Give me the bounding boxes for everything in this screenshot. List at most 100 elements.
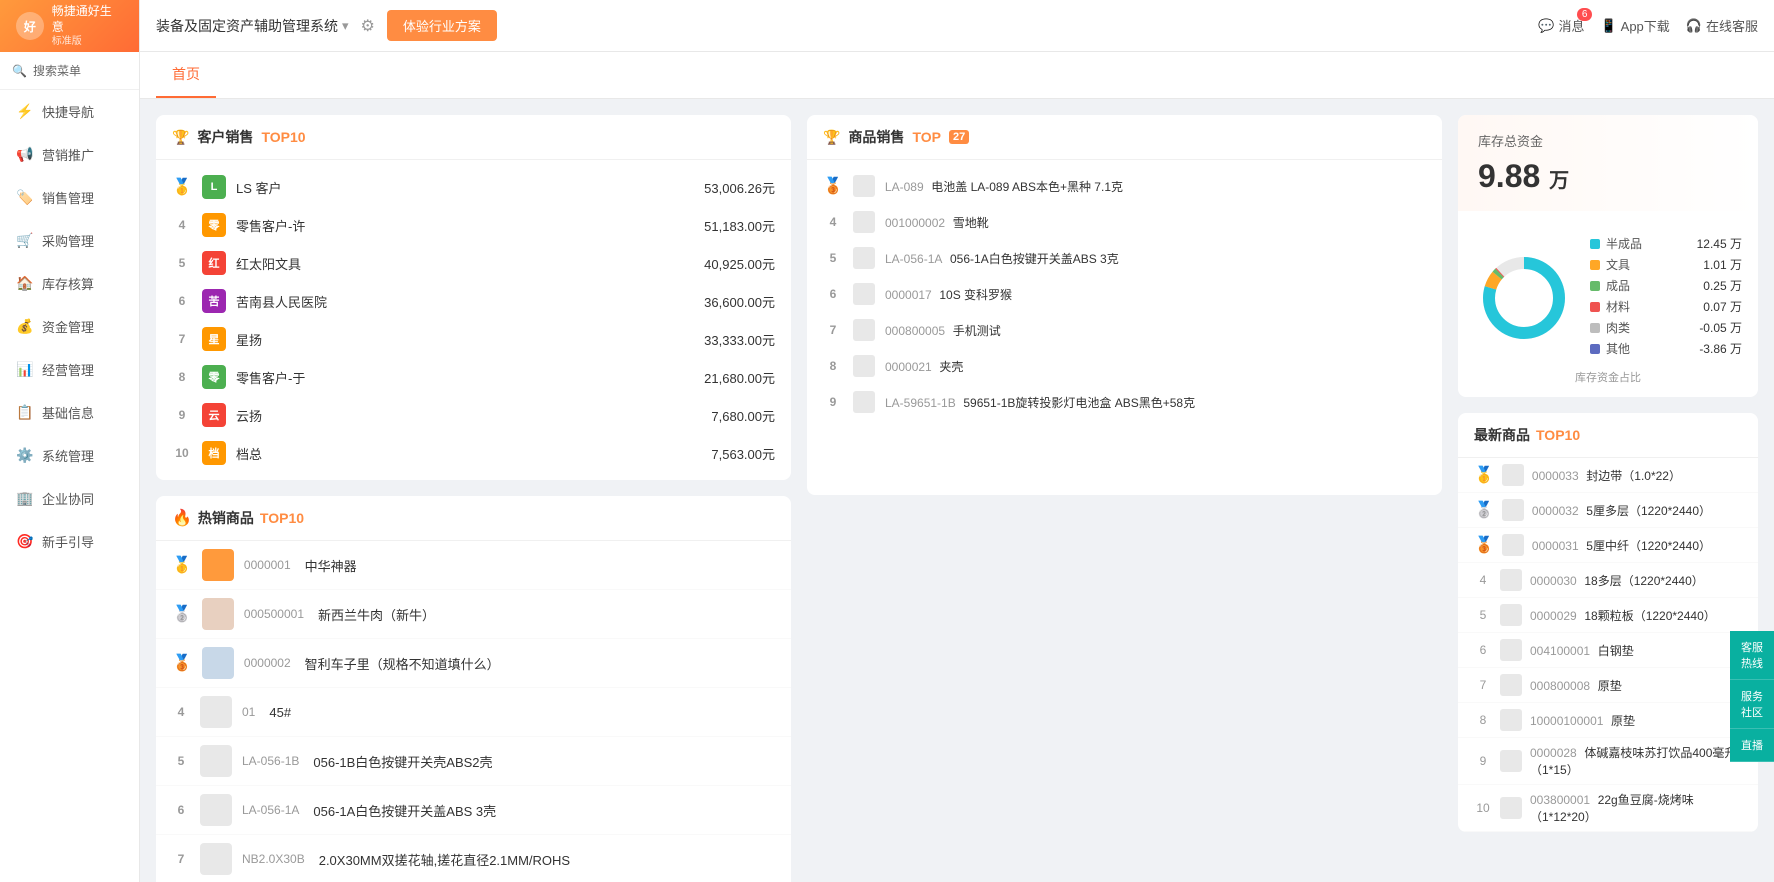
customer-rank-3[interactable]: 5 红 红太阳文具 40,925.00元 bbox=[156, 244, 791, 282]
legend-name-5: 肉类 bbox=[1606, 319, 1693, 336]
legend-val-6: -3.86 万 bbox=[1699, 340, 1742, 357]
sidebar-item-base[interactable]: 📋 基础信息 bbox=[0, 391, 139, 434]
sidebar-item-inventory[interactable]: 🏠 库存核算 bbox=[0, 262, 139, 305]
product-code-7: 000800005 bbox=[885, 324, 945, 338]
hot-item-7[interactable]: 7 NB2.0X30B 2.0X30MM双搓花轴,搓花直径2.1MM/ROHS bbox=[156, 835, 791, 882]
online-service-action[interactable]: 🎧 在线客服 bbox=[1686, 16, 1758, 35]
new-product-5[interactable]: 5 0000029 18颗粒板（1220*2440） bbox=[1458, 598, 1758, 633]
tab-home[interactable]: 首页 bbox=[156, 52, 216, 98]
trial-button[interactable]: 体验行业方案 bbox=[387, 10, 497, 41]
customer-rank-2[interactable]: 4 零 零售客户-许 51,183.00元 bbox=[156, 206, 791, 244]
legend-val-3: 0.25 万 bbox=[1703, 277, 1742, 294]
hot-code-3: 0000002 bbox=[244, 656, 291, 670]
sidebar-item-company[interactable]: 🏢 企业协同 bbox=[0, 477, 139, 520]
new-product-3[interactable]: 🥉 0000031 5厘中纤（1220*2440） bbox=[1458, 528, 1758, 563]
rank-num-6: 8 bbox=[172, 370, 192, 384]
new-product-img-10 bbox=[1500, 797, 1522, 819]
customer-rank-4[interactable]: 6 苦 苦南县人民医院 36,600.00元 bbox=[156, 282, 791, 320]
product-ranking-header: 🏆 商品销售 TOP 27 bbox=[807, 115, 1442, 160]
legend-dot-5 bbox=[1590, 323, 1600, 333]
new-product-4[interactable]: 4 0000030 18多层（1220*2440） bbox=[1458, 563, 1758, 598]
settings-icon[interactable]: ⚙ bbox=[361, 16, 375, 36]
new-product-info-2: 0000032 5厘多层（1220*2440） bbox=[1532, 502, 1742, 519]
hot-code-1: 0000001 bbox=[244, 558, 291, 572]
product-rank-8[interactable]: 8 0000021 夹壳 bbox=[807, 348, 1442, 384]
search-menu[interactable]: 🔍 搜索菜单 bbox=[0, 52, 139, 90]
float-btn-live[interactable]: 直播 bbox=[1730, 729, 1774, 762]
new-product-code-6: 004100001 bbox=[1530, 644, 1590, 658]
legend-dot-4 bbox=[1590, 302, 1600, 312]
new-product-info-4: 0000030 18多层（1220*2440） bbox=[1530, 572, 1742, 589]
new-product-7[interactable]: 7 000800008 原垫 bbox=[1458, 668, 1758, 703]
customer-rank-8[interactable]: 10 档 档总 7,563.00元 bbox=[156, 434, 791, 472]
new-product-info-7: 000800008 原垫 bbox=[1530, 677, 1742, 694]
customer-amount-4: 36,600.00元 bbox=[704, 292, 775, 311]
product-rank-4[interactable]: 4 001000002 雪地靴 bbox=[807, 204, 1442, 240]
new-product-10[interactable]: 10 003800001 22g鱼豆腐-烧烤味（1*12*20） bbox=[1458, 785, 1758, 832]
inventory-title: 库存总资金 bbox=[1478, 131, 1543, 150]
nav-label-purchase: 采购管理 bbox=[42, 231, 94, 250]
product-rank-6[interactable]: 6 0000017 10S 变科罗猴 bbox=[807, 276, 1442, 312]
customer-rank-6[interactable]: 8 零 零售客户-于 21,680.00元 bbox=[156, 358, 791, 396]
product-rank-7[interactable]: 7 000800005 手机测试 bbox=[807, 312, 1442, 348]
new-product-img-9 bbox=[1500, 750, 1522, 772]
customer-rank-1[interactable]: 🥇 L LS 客户 53,006.26元 bbox=[156, 168, 791, 206]
hot-img-3 bbox=[202, 647, 234, 679]
customer-amount-3: 40,925.00元 bbox=[704, 254, 775, 273]
new-product-8[interactable]: 8 10000100001 原垫 bbox=[1458, 703, 1758, 738]
sidebar-item-sales[interactable]: 🏷️ 销售管理 bbox=[0, 176, 139, 219]
messages-action[interactable]: 💬 消息 6 bbox=[1538, 16, 1584, 35]
legend-name-1: 半成品 bbox=[1606, 235, 1691, 252]
messages-badge: 6 bbox=[1577, 8, 1593, 21]
new-product-1[interactable]: 🥇 0000033 封边带（1.0*22） bbox=[1458, 458, 1758, 493]
customer-avatar-3: 红 bbox=[202, 251, 226, 275]
new-rank-6: 6 bbox=[1474, 643, 1492, 657]
hot-item-2[interactable]: 🥈 000500001 新西兰牛肉（新牛） bbox=[156, 590, 791, 639]
new-product-img-8 bbox=[1500, 709, 1522, 731]
nav-label-guide: 新手引导 bbox=[42, 532, 94, 551]
new-product-2[interactable]: 🥈 0000032 5厘多层（1220*2440） bbox=[1458, 493, 1758, 528]
product-name-6: 10S 变科罗猴 bbox=[939, 288, 1012, 302]
new-product-code-3: 0000031 bbox=[1532, 539, 1579, 553]
system-title-dropdown[interactable]: 装备及固定资产辅助管理系统 ▾ bbox=[156, 16, 349, 36]
hot-item-5[interactable]: 5 LA-056-1B 056-1B白色按键开关壳ABS2壳 bbox=[156, 737, 791, 786]
customer-avatar-5: 星 bbox=[202, 327, 226, 351]
medal-gold-1: 🥇 bbox=[172, 177, 192, 197]
hot-medal-3: 🥉 bbox=[172, 653, 192, 673]
float-btn-community[interactable]: 服务社区 bbox=[1730, 680, 1774, 729]
product-rank-9[interactable]: 9 LA-59651-1B 59651-1B旋转投影灯电池盒 ABS黑色+58克 bbox=[807, 384, 1442, 420]
new-product-9[interactable]: 9 0000028 体碱嘉枝味苏打饮品400毫升（1*15） bbox=[1458, 738, 1758, 785]
app-download-action[interactable]: 📱 App下载 bbox=[1600, 16, 1669, 35]
customer-rank-5[interactable]: 7 星 星扬 33,333.00元 bbox=[156, 320, 791, 358]
hot-item-4[interactable]: 4 01 45# bbox=[156, 688, 791, 737]
product-rank-3[interactable]: 🥉 LA-089 电池盖 LA-089 ABS本色+黑种 7.1克 bbox=[807, 168, 1442, 204]
new-products-top-label: TOP10 bbox=[1536, 427, 1580, 443]
product-info-7: 000800005 手机测试 bbox=[885, 322, 1426, 339]
hot-item-6[interactable]: 6 LA-056-1A 056-1A白色按键开关盖ABS 3壳 bbox=[156, 786, 791, 835]
rank-num-2: 4 bbox=[172, 218, 192, 232]
sidebar-item-purchase[interactable]: 🛒 采购管理 bbox=[0, 219, 139, 262]
rank-num-5: 7 bbox=[172, 332, 192, 346]
sidebar-item-operation[interactable]: 📊 经营管理 bbox=[0, 348, 139, 391]
new-product-6[interactable]: 6 004100001 白钢垫 bbox=[1458, 633, 1758, 668]
float-btn-service[interactable]: 客服热线 bbox=[1730, 631, 1774, 680]
sidebar-item-quick-nav[interactable]: ⚡ 快捷导航 bbox=[0, 90, 139, 133]
sidebar-item-marketing[interactable]: 📢 营销推广 bbox=[0, 133, 139, 176]
hot-products-card: 🔥 热销商品 TOP10 🥇 0000001 中华神器 🥈 bbox=[156, 496, 791, 882]
product-img-6 bbox=[853, 283, 875, 305]
new-product-name-6: 白钢垫 bbox=[1598, 644, 1634, 658]
sidebar-item-finance[interactable]: 💰 资金管理 bbox=[0, 305, 139, 348]
new-product-name-5: 18颗粒板（1220*2440） bbox=[1584, 609, 1715, 623]
product-rank-num-8: 8 bbox=[823, 359, 843, 373]
hot-name-4: 45# bbox=[269, 705, 291, 720]
new-product-img-4 bbox=[1500, 569, 1522, 591]
customer-rank-7[interactable]: 9 云 云扬 7,680.00元 bbox=[156, 396, 791, 434]
hot-item-1[interactable]: 🥇 0000001 中华神器 bbox=[156, 541, 791, 590]
hot-item-3[interactable]: 🥉 0000002 智利车子里（规格不知道填什么） bbox=[156, 639, 791, 688]
product-top-label: TOP bbox=[912, 129, 941, 145]
product-rank-5[interactable]: 5 LA-056-1A 056-1A白色按键开关盖ABS 3克 bbox=[807, 240, 1442, 276]
sidebar-item-system[interactable]: ⚙️ 系统管理 bbox=[0, 434, 139, 477]
new-rank-5: 5 bbox=[1474, 608, 1492, 622]
new-products-list: 🥇 0000033 封边带（1.0*22） 🥈 0000032 bbox=[1458, 458, 1758, 832]
sidebar-item-guide[interactable]: 🎯 新手引导 bbox=[0, 520, 139, 563]
